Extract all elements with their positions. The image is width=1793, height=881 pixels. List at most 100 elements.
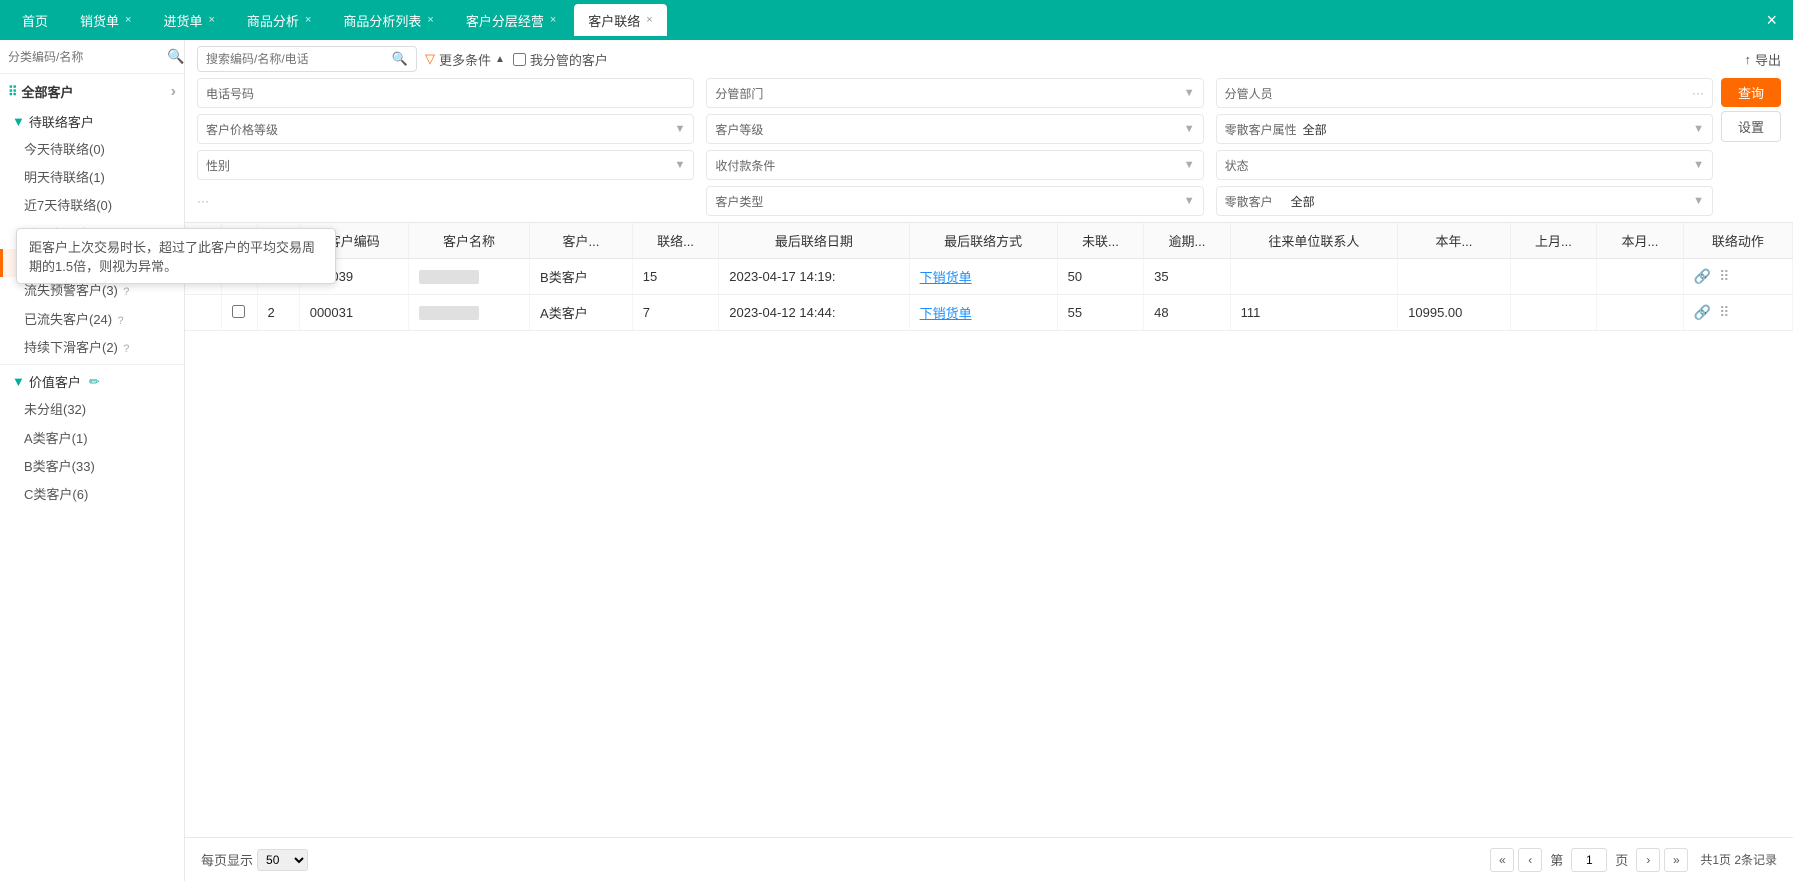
my-customers-checkbox[interactable]: 我分管的客户 xyxy=(513,50,608,69)
customer-type-field[interactable]: 客户类型 ▼ xyxy=(706,186,1203,216)
query-button[interactable]: 查询 xyxy=(1721,78,1781,107)
close-tab-purchase[interactable]: × xyxy=(208,14,214,26)
page-input[interactable] xyxy=(1571,848,1607,872)
th-unit-contact: 往来单位联系人 xyxy=(1230,223,1398,259)
collapse-sidebar-icon[interactable]: › xyxy=(171,83,176,101)
sidebar-search-icon[interactable]: 🔍 xyxy=(167,48,184,65)
row-checkbox-1[interactable] xyxy=(232,305,245,318)
sidebar-declining[interactable]: 持续下滑客户(2) ? xyxy=(0,334,184,362)
tab-customer-contact[interactable]: 客户联络 × xyxy=(574,4,666,36)
cell-not-contact-0: 50 xyxy=(1057,259,1144,295)
link-action-icon-0[interactable]: 🔗 xyxy=(1694,268,1711,285)
payment-field[interactable]: 收付款条件 ▼ xyxy=(706,150,1203,180)
table-wrapper: ⚙ 客户编码 客户名称 客户. xyxy=(185,223,1793,331)
grid-action-icon-0[interactable]: ⠿ xyxy=(1719,268,1729,285)
sidebar-a-class[interactable]: A类客户(1) xyxy=(0,425,184,453)
sidebar-unclassified[interactable]: 未分组(32) xyxy=(0,396,184,424)
sidebar-already-lost[interactable]: 已流失客户(24) ? xyxy=(0,306,184,334)
th-actions: 联络动作 xyxy=(1683,223,1792,259)
chevron-down-icon-6: ▼ xyxy=(1184,159,1195,171)
main-layout: 🔍 ⠿ 全部客户 › ▼ 待联络客户 今天待联络(0) 明天待联络(1) 近7天… xyxy=(0,40,1793,881)
cell-check-1[interactable] xyxy=(221,295,257,331)
filter-icon: ▽ xyxy=(425,51,435,67)
search-wrapper: 🔍 xyxy=(197,46,417,72)
cell-contact-0: 15 xyxy=(632,259,719,295)
th-last-method: 最后联络方式 xyxy=(909,223,1057,259)
main-search-icon[interactable]: 🔍 xyxy=(392,51,408,67)
chevron-up-icon: ▲ xyxy=(495,54,505,65)
cell-unit-contact-0 xyxy=(1230,259,1398,295)
tab-purchase[interactable]: 进货单 × xyxy=(149,4,228,36)
per-page-select[interactable]: 50 20 100 xyxy=(257,849,308,871)
chevron-down-icon-2: ▼ xyxy=(674,123,685,135)
gender-field[interactable]: 性别 ▼ xyxy=(197,150,694,180)
close-tab-segmentation[interactable]: × xyxy=(550,14,556,26)
customer-grade-field[interactable]: 客户等级 ▼ xyxy=(706,114,1203,144)
more-dots-icon-2: ··· xyxy=(197,194,209,208)
sidebar-search-input[interactable] xyxy=(8,50,163,64)
next-page-btn[interactable]: › xyxy=(1636,848,1660,872)
cell-last-date-0: 2023-04-17 14:19: xyxy=(719,259,909,295)
dept-field[interactable]: 分管部门 ▼ xyxy=(706,78,1203,108)
settings-button[interactable]: 设置 xyxy=(1721,111,1781,142)
first-page-btn[interactable]: « xyxy=(1490,848,1514,872)
main-search-input[interactable] xyxy=(206,52,386,66)
retail-attr-field[interactable]: 零散客户属性 全部 ▼ xyxy=(1216,114,1713,144)
more-dots-icon[interactable]: ··· xyxy=(1692,86,1704,100)
export-icon: ↑ xyxy=(1744,52,1751,67)
status-field[interactable]: 状态 ▼ xyxy=(1216,150,1713,180)
cell-this-month-1 xyxy=(1597,295,1684,331)
table-area: ⚙ 客户编码 客户名称 客户. xyxy=(185,223,1793,837)
th-this-month: 本月... xyxy=(1597,223,1684,259)
cell-settings-1 xyxy=(185,295,221,331)
sidebar-7days-pending[interactable]: 近7天待联络(0) xyxy=(0,192,184,220)
close-tab-sales[interactable]: × xyxy=(125,14,131,26)
close-tab-contact[interactable]: × xyxy=(646,14,652,26)
close-all-icon[interactable]: × xyxy=(1758,10,1785,31)
all-customers-header[interactable]: ⠿ 全部客户 › xyxy=(0,74,184,107)
manager-field[interactable]: 分管人员 ··· xyxy=(1216,78,1713,108)
phone-field[interactable]: 电话号码 xyxy=(197,78,694,108)
arrow-down-icon-2: ▼ xyxy=(12,374,25,389)
tab-sales-order[interactable]: 销货单 × xyxy=(66,4,145,36)
th-contact: 联络... xyxy=(632,223,719,259)
cell-last-method-0[interactable]: 下销货单 xyxy=(909,259,1057,295)
value-customers-group[interactable]: ▼ 价值客户 ✏ xyxy=(0,367,184,396)
last-page-btn[interactable]: » xyxy=(1664,848,1688,872)
tooltip-box: 距客户上次交易时长，超过了此客户的平均交易周期的1.5倍，则视为异常。 xyxy=(16,228,336,284)
th-last-month: 上月... xyxy=(1510,223,1597,259)
sidebar-tomorrow-pending[interactable]: 明天待联络(1) xyxy=(0,164,184,192)
th-last-date: 最后联络日期 xyxy=(719,223,909,259)
tab-home[interactable]: 首页 xyxy=(8,4,62,36)
cell-this-year-0 xyxy=(1398,259,1511,295)
sidebar-b-class[interactable]: B类客户(33) xyxy=(0,453,184,481)
row4-placeholder: ··· xyxy=(197,186,694,216)
filter-expanded: 电话号码 分管部门 ▼ 分管人员 ··· 客户 xyxy=(197,78,1781,216)
more-conditions-btn[interactable]: ▽ 更多条件 ▲ xyxy=(425,50,505,69)
grid-icon: ⠿ xyxy=(8,84,18,100)
cell-name-1 xyxy=(408,295,529,331)
grid-action-icon-1[interactable]: ⠿ xyxy=(1719,304,1729,321)
chevron-down-icon-4: ▼ xyxy=(1693,123,1704,135)
tab-product-analysis[interactable]: 商品分析 × xyxy=(233,4,325,36)
my-customers-check[interactable] xyxy=(513,53,526,66)
pending-contact-group[interactable]: ▼ 待联络客户 xyxy=(0,107,184,136)
price-grade-field[interactable]: 客户价格等级 ▼ xyxy=(197,114,694,144)
close-tab-product-list[interactable]: × xyxy=(427,14,433,26)
cell-last-method-1[interactable]: 下销货单 xyxy=(909,295,1057,331)
cell-last-date-1: 2023-04-12 14:44: xyxy=(719,295,909,331)
sidebar-today-pending[interactable]: 今天待联络(0) xyxy=(0,136,184,164)
export-button[interactable]: ↑ 导出 xyxy=(1744,50,1781,69)
retail-customer-field[interactable]: 零散客户 全部 ▼ xyxy=(1216,186,1713,216)
cell-grade-1: A类客户 xyxy=(530,295,633,331)
th-name: 客户名称 xyxy=(408,223,529,259)
close-tab-product-analysis[interactable]: × xyxy=(305,14,311,26)
filter-row-1: 🔍 ▽ 更多条件 ▲ 我分管的客户 ↑ 导出 xyxy=(197,46,1781,72)
tab-customer-segmentation[interactable]: 客户分层经营 × xyxy=(452,4,570,36)
link-action-icon-1[interactable]: 🔗 xyxy=(1694,304,1711,321)
edit-group-icon[interactable]: ✏ xyxy=(89,374,100,390)
tab-product-list[interactable]: 商品分析列表 × xyxy=(329,4,447,36)
sidebar-c-class[interactable]: C类客户(6) xyxy=(0,481,184,509)
th-overdue: 逾期... xyxy=(1144,223,1231,259)
prev-page-btn[interactable]: ‹ xyxy=(1518,848,1542,872)
